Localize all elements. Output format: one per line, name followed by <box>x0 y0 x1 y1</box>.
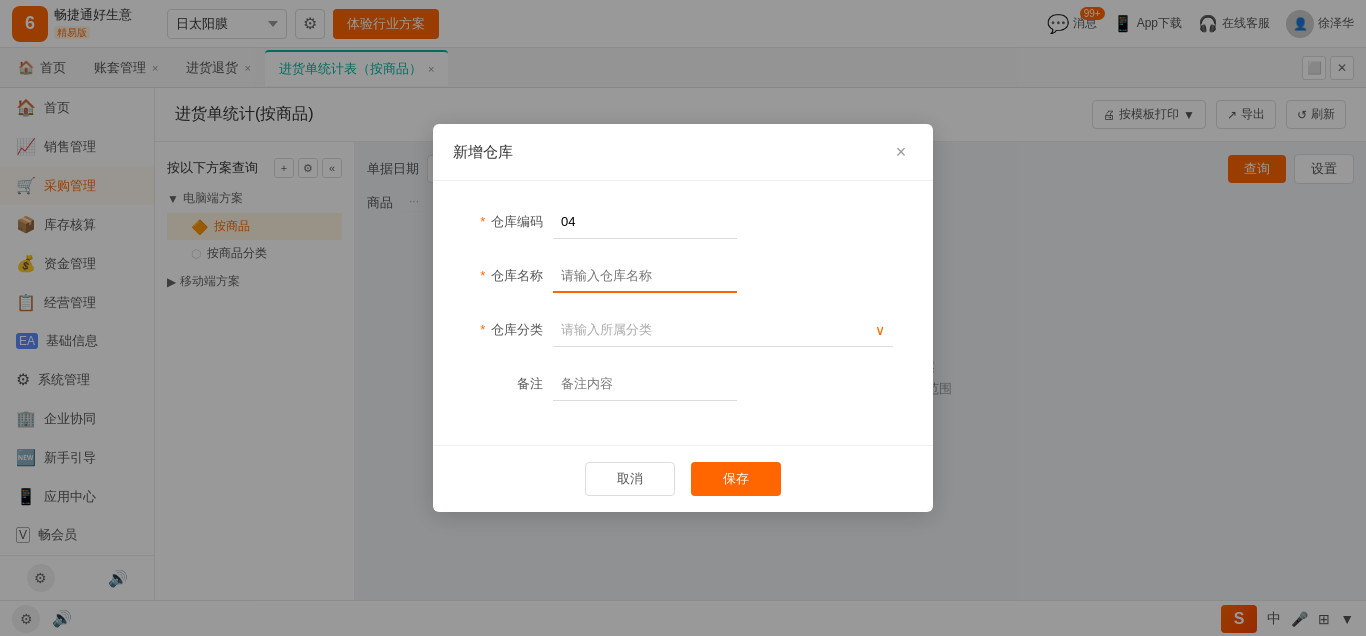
form-input-wrapper-remark <box>553 367 893 401</box>
form-label-category: * 仓库分类 <box>473 321 553 339</box>
save-button[interactable]: 保存 <box>691 462 781 496</box>
form-input-wrapper-code <box>553 205 893 239</box>
form-row-code: * 仓库编码 <box>473 205 893 239</box>
modal-close-button[interactable]: × <box>889 140 913 164</box>
form-label-name: * 仓库名称 <box>473 267 553 285</box>
form-row-category: * 仓库分类 请输入所属分类 ∨ <box>473 313 893 347</box>
warehouse-category-select[interactable]: 请输入所属分类 ∨ <box>553 313 893 347</box>
modal-footer: 取消 保存 <box>433 445 933 512</box>
warehouse-code-input[interactable] <box>553 205 737 239</box>
modal-header: 新增仓库 × <box>433 124 933 181</box>
form-row-remark: 备注 <box>473 367 893 401</box>
category-dropdown-icon: ∨ <box>875 322 885 338</box>
warehouse-remark-input[interactable] <box>553 367 737 401</box>
form-label-code: * 仓库编码 <box>473 213 553 231</box>
modal-overlay: 新增仓库 × * 仓库编码 * 仓库名称 <box>0 0 1366 636</box>
form-input-wrapper-name <box>553 259 893 293</box>
modal-body: * 仓库编码 * 仓库名称 * <box>433 181 933 445</box>
warehouse-name-input[interactable] <box>553 259 737 293</box>
modal-title: 新增仓库 <box>453 143 513 162</box>
form-row-name: * 仓库名称 <box>473 259 893 293</box>
modal-add-warehouse: 新增仓库 × * 仓库编码 * 仓库名称 <box>433 124 933 512</box>
cancel-button[interactable]: 取消 <box>585 462 675 496</box>
form-label-remark: 备注 <box>473 375 553 393</box>
